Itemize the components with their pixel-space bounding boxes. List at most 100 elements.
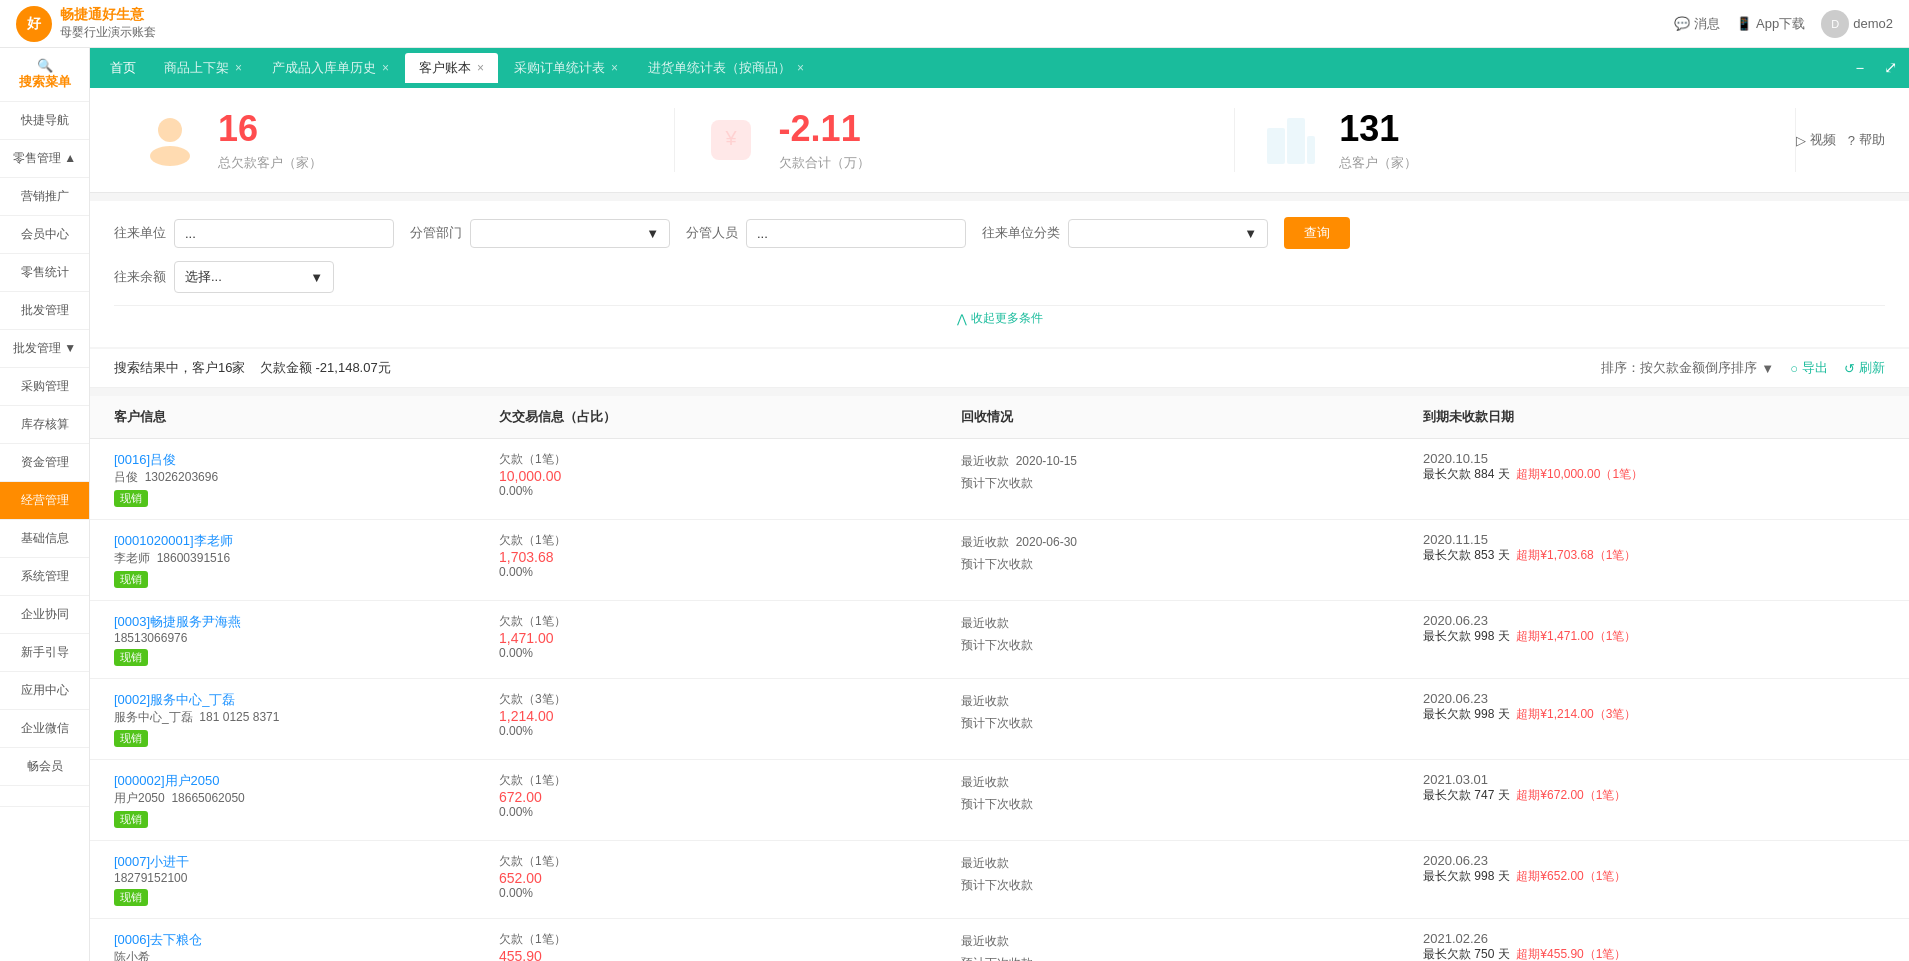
sidebar-label: 经营管理 xyxy=(8,492,81,509)
debt-info-cell: 欠款（1笔） 672.00 0.00% xyxy=(499,772,961,819)
tab-product-history[interactable]: 产成品入库单历史 × xyxy=(258,53,403,83)
tab-actions: － ⤢ xyxy=(1848,54,1901,83)
manager-input[interactable]: ... xyxy=(746,219,966,248)
sidebar-item-corp-wechat[interactable]: 畅会员 xyxy=(0,748,89,786)
user-menu[interactable]: D demo2 xyxy=(1821,10,1893,38)
customer-info-cell: [0003]畅捷服务尹海燕 18513066976 现销 xyxy=(114,613,499,666)
sidebar-item-retail-store[interactable]: 营销推广 xyxy=(0,178,89,216)
tab-bar: 首页 商品上下架 × 产成品入库单历史 × 客户账本 × 采购订单统计表 × 进… xyxy=(90,48,1909,88)
logo-text: 畅捷通好生意 xyxy=(60,6,156,24)
table-row: [0007]小进干 18279152100 现销 欠款（1笔） 652.00 0… xyxy=(90,841,1909,919)
svg-rect-4 xyxy=(1267,128,1285,164)
dept-arrow-icon: ▼ xyxy=(646,226,659,241)
export-label: 导出 xyxy=(1802,359,1828,377)
sidebar-item-quick-nav[interactable]: 快捷导航 xyxy=(0,102,89,140)
customer-name[interactable]: [0003]畅捷服务尹海燕 xyxy=(114,613,499,631)
balance-label: 往来余额 xyxy=(114,268,166,286)
customer-badge: 现销 xyxy=(114,571,148,588)
unit-category-select[interactable]: ▼ xyxy=(1068,219,1268,248)
sidebar-item-guide[interactable]: 应用中心 xyxy=(0,672,89,710)
sidebar-search[interactable]: 🔍 搜索菜单 xyxy=(0,48,89,102)
sidebar-label: 系统管理 xyxy=(8,568,81,585)
customer-name[interactable]: [0006]去下粮仓 xyxy=(114,931,499,949)
search-button[interactable]: 查询 xyxy=(1284,217,1350,249)
total-customers-label: 总客户（家） xyxy=(1339,154,1417,172)
maximize-icon[interactable]: ⤢ xyxy=(1880,54,1901,83)
table-container: 客户信息 欠交易信息（占比） 回收情况 到期未收款日期 [0016]吕俊 吕俊 … xyxy=(90,396,1909,961)
sidebar-item-corp[interactable]: 新手引导 xyxy=(0,634,89,672)
customer-name[interactable]: [0002]服务中心_丁磊 xyxy=(114,691,499,709)
total-customers-value: 131 xyxy=(1339,108,1417,150)
sidebar-item-marketing[interactable]: 会员中心 xyxy=(0,216,89,254)
close-icon[interactable]: × xyxy=(382,61,389,75)
sidebar-item-vip[interactable] xyxy=(0,786,89,807)
debt-info-cell: 欠款（1笔） 1,703.68 0.00% xyxy=(499,532,961,579)
top-bar: 好 畅捷通好生意 母婴行业演示账套 💬 消息 📱 App下载 D demo2 xyxy=(0,0,1909,48)
customer-name[interactable]: [0001020001]李老师 xyxy=(114,532,499,550)
svg-point-0 xyxy=(158,118,182,142)
message-btn[interactable]: 💬 消息 xyxy=(1674,15,1720,33)
tab-purchase-stats[interactable]: 采购订单统计表 × xyxy=(500,53,632,83)
stats-bar: 16 总欠款客户（家） ¥ -2.11 欠款合计（万） xyxy=(90,88,1909,193)
sidebar-item-retail-mgmt[interactable]: 零售管理 ▲ xyxy=(0,140,89,178)
tab-customer-account[interactable]: 客户账本 × xyxy=(405,53,498,83)
export-button[interactable]: ○ 导出 xyxy=(1790,359,1828,377)
main-layout: 🔍 搜索菜单 快捷导航 零售管理 ▲ 营销推广 会员中心 零售统计 批发管理 批… xyxy=(0,48,1909,961)
tab-stock-stats[interactable]: 进货单统计表（按商品） × xyxy=(634,53,818,83)
sidebar-item-basic[interactable]: 系统管理 xyxy=(0,558,89,596)
refresh-button[interactable]: ↺ 刷新 xyxy=(1844,359,1885,377)
repay-cell: 最近收款 2020-10-15 预计下次收款 xyxy=(961,451,1423,494)
sidebar-item-sys[interactable]: 企业协同 xyxy=(0,596,89,634)
table-row: [000002]用户2050 用户2050 18665062050 现销 欠款（… xyxy=(90,760,1909,841)
sidebar-item-app-center[interactable]: 企业微信 xyxy=(0,710,89,748)
close-icon[interactable]: × xyxy=(477,61,484,75)
result-actions: 排序：按欠款金额倒序排序 ▼ ○ 导出 ↺ 刷新 xyxy=(1601,359,1885,377)
close-icon[interactable]: × xyxy=(797,61,804,75)
customer-name[interactable]: [0016]吕俊 xyxy=(114,451,499,469)
sidebar-item-purchase[interactable]: 库存核算 xyxy=(0,406,89,444)
sort-selector[interactable]: 排序：按欠款金额倒序排序 ▼ xyxy=(1601,359,1774,377)
collapse-button[interactable]: ⋀ 收起更多条件 xyxy=(114,310,1885,327)
sidebar-item-batch-mgmt[interactable]: 批发管理 ▼ xyxy=(0,330,89,368)
table-row: [0016]吕俊 吕俊 13026203696 现销 欠款（1笔） 10,000… xyxy=(90,439,1909,520)
video-btn[interactable]: ▷ 视频 xyxy=(1796,131,1836,149)
result-bar: 搜索结果中，客户16家 欠款金额 -21,148.07元 排序：按欠款金额倒序排… xyxy=(90,349,1909,388)
close-icon[interactable]: × xyxy=(235,61,242,75)
minimize-icon[interactable]: － xyxy=(1848,54,1872,83)
debt-amount-icon: ¥ xyxy=(699,108,763,172)
col-debt-info: 欠交易信息（占比） xyxy=(499,408,961,426)
stat-debt-customers-info: 16 总欠款客户（家） xyxy=(218,108,322,172)
filter-dept: 分管部门 ▼ xyxy=(410,219,670,248)
customer-info-cell: [0016]吕俊 吕俊 13026203696 现销 xyxy=(114,451,499,507)
customer-phone: 18513066976 xyxy=(114,631,499,645)
sidebar-item-ops[interactable]: 基础信息 xyxy=(0,520,89,558)
svg-point-1 xyxy=(150,146,190,166)
close-icon[interactable]: × xyxy=(611,61,618,75)
help-btn[interactable]: ? 帮助 xyxy=(1848,131,1885,149)
balance-select[interactable]: 选择... ▼ xyxy=(174,261,334,293)
due-date-cell: 2020.06.23 最长欠款 998 天 超期¥1,214.00（3笔） xyxy=(1423,691,1885,723)
customer-name[interactable]: [000002]用户2050 xyxy=(114,772,499,790)
debt-amount-value: -2.11 xyxy=(779,108,870,150)
sidebar-label: 企业协同 xyxy=(8,606,81,623)
sidebar-label: 新手引导 xyxy=(8,644,81,661)
sidebar-item-finance[interactable]: 经营管理 xyxy=(0,482,89,520)
tab-product-shelf[interactable]: 商品上下架 × xyxy=(150,53,256,83)
debt-amount-label: 欠款合计（万） xyxy=(779,154,870,172)
sidebar-item-stock[interactable]: 资金管理 xyxy=(0,444,89,482)
table-row: [0003]畅捷服务尹海燕 18513066976 现销 欠款（1笔） 1,47… xyxy=(90,601,1909,679)
quick-nav-label: 快捷导航 xyxy=(8,112,81,129)
due-date-cell: 2020.11.15 最长欠款 853 天 超期¥1,703.68（1笔） xyxy=(1423,532,1885,564)
dept-select[interactable]: ▼ xyxy=(470,219,670,248)
sidebar-item-member[interactable]: 零售统计 xyxy=(0,254,89,292)
sidebar-item-retail-stats[interactable]: 批发管理 xyxy=(0,292,89,330)
message-icon: 💬 xyxy=(1674,16,1690,31)
customer-name[interactable]: [0007]小进干 xyxy=(114,853,499,871)
top-right-area: 💬 消息 📱 App下载 D demo2 xyxy=(1674,10,1893,38)
tab-home[interactable]: 首页 xyxy=(98,53,148,83)
source-unit-input[interactable]: ... xyxy=(174,219,394,248)
sidebar-item-ecom[interactable]: 采购管理 xyxy=(0,368,89,406)
app-download-btn[interactable]: 📱 App下载 xyxy=(1736,15,1805,33)
result-amount: 欠款金额 -21,148.07元 xyxy=(260,360,391,375)
repay-cell: 最近收款 预计下次收款 xyxy=(961,931,1423,961)
